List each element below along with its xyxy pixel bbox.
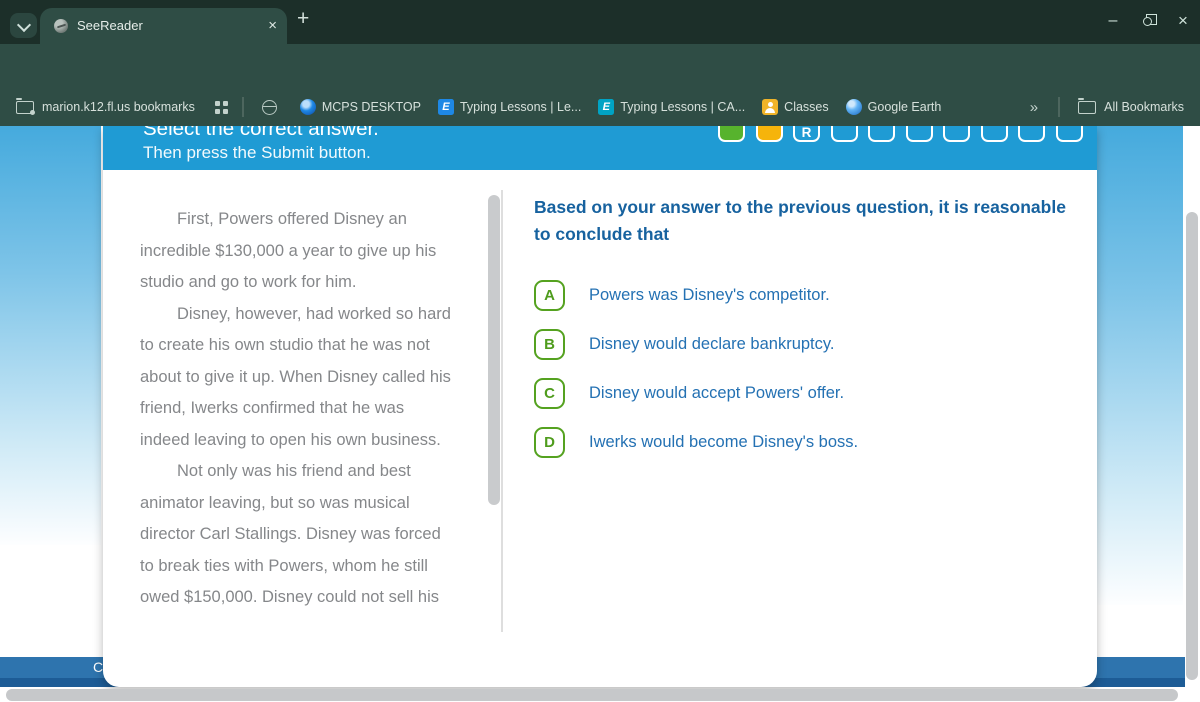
window-close-button[interactable]: × bbox=[1169, 8, 1197, 34]
bookmark-list: MCPS DESKTOP E Typing Lessons | Le... E Typi… bbox=[261, 99, 941, 115]
option-letter-badge: B bbox=[534, 329, 565, 360]
managed-bookmarks-folder-icon[interactable] bbox=[16, 97, 35, 115]
progress-square: R bbox=[793, 126, 820, 142]
vertical-scrollbar-thumb[interactable] bbox=[1186, 212, 1198, 680]
page-viewport: C Select the correct answer. Then press … bbox=[0, 126, 1200, 702]
all-bookmarks-folder-icon[interactable] bbox=[1078, 97, 1097, 114]
bookmark-icon bbox=[762, 99, 779, 115]
horizontal-scrollbar-thumb[interactable] bbox=[6, 689, 1178, 701]
bookmark-item[interactable]: MCPS DESKTOP bbox=[299, 99, 421, 115]
progress-square bbox=[830, 126, 858, 142]
background-band-left bbox=[0, 126, 101, 545]
passage-line: friend, Iwerks confirmed that he was bbox=[140, 399, 405, 417]
option-text: Disney would accept Powers' offer. bbox=[589, 384, 845, 402]
window-restore-button[interactable] bbox=[1134, 8, 1162, 34]
reading-passage: First, Powers offered Disney an incredibl… bbox=[140, 204, 480, 614]
passage-line: animator leaving, but so was musical bbox=[140, 493, 410, 512]
bookmarks-separator bbox=[241, 97, 244, 117]
bookmark-icon: E bbox=[598, 99, 615, 115]
bookmarks-bar: marion.k12.fl.us bookmarks MCPS DESKTOP E… bbox=[0, 88, 1200, 126]
progress-squares: R bbox=[718, 126, 1083, 142]
chevron-down-icon bbox=[16, 17, 32, 33]
option-text: Iwerks would become Disney's boss. bbox=[589, 433, 859, 451]
progress-square bbox=[718, 126, 745, 142]
window-minimize-button[interactable]: – bbox=[1099, 8, 1127, 34]
passage-line: incredible $130,000 a year to give up hi… bbox=[140, 241, 437, 260]
bookmarks-right-group: » All Bookmarks bbox=[1030, 97, 1184, 117]
instruction-header: Select the correct answer. Then press th… bbox=[103, 126, 1097, 170]
progress-square bbox=[943, 126, 970, 142]
browser-toolbar: ← → ⌂ student.readingplus.com/seereader/… bbox=[0, 44, 1200, 128]
answer-option[interactable]: C Disney would accept Powers' offer. bbox=[534, 378, 858, 409]
card-body: First, Powers offered Disney an incredibl… bbox=[103, 170, 1097, 687]
bookmark-icon bbox=[261, 99, 277, 115]
passage-line: to create his own studio that he was not bbox=[140, 336, 430, 354]
option-text: Powers was Disney's competitor. bbox=[589, 286, 830, 304]
site-favicon-icon bbox=[54, 19, 68, 33]
tab-title: SeeReader bbox=[77, 18, 143, 33]
passage-line: to break ties with Powers, whom he still bbox=[140, 556, 428, 575]
passage-line: First, Powers offered Disney an bbox=[177, 210, 407, 228]
passage-line: indeed leaving to open his own business. bbox=[140, 430, 441, 449]
option-letter-badge: A bbox=[534, 280, 565, 311]
bookmark-item[interactable]: Classes bbox=[762, 99, 829, 115]
answer-options: A Powers was Disney's competitor. B Disn… bbox=[534, 280, 858, 476]
option-letter-badge: C bbox=[534, 378, 565, 409]
screen: SeeReader × + – × ← → ⌂ student.readingp… bbox=[0, 0, 1200, 702]
passage-line: director Carl Stallings. Disney was forc… bbox=[140, 525, 441, 543]
footer-clipped-text: C bbox=[93, 659, 104, 675]
passage-scrollbar-thumb[interactable] bbox=[488, 195, 500, 505]
progress-square bbox=[1018, 126, 1045, 142]
panel-divider bbox=[501, 190, 503, 632]
passage-line: Not only was his friend and best bbox=[177, 462, 411, 480]
progress-square bbox=[980, 126, 1008, 142]
answer-option[interactable]: A Powers was Disney's competitor. bbox=[534, 280, 858, 311]
apps-grid-icon[interactable] bbox=[214, 100, 220, 106]
seereader-card: Select the correct answer. Then press th… bbox=[103, 126, 1097, 687]
option-text: Disney would declare bankruptcy. bbox=[589, 335, 835, 353]
bookmark-item[interactable]: Google Earth bbox=[845, 99, 941, 115]
question-title: Based on your answer to the previous que… bbox=[534, 197, 1066, 244]
tab-close-icon[interactable]: × bbox=[268, 17, 277, 34]
passage-line: about to give it up. When Disney called … bbox=[140, 367, 451, 386]
answer-option[interactable]: D Iwerks would become Disney's boss. bbox=[534, 427, 858, 458]
bookmark-item[interactable]: E Typing Lessons | CA... bbox=[598, 99, 745, 115]
bookmark-item[interactable] bbox=[261, 99, 283, 115]
progress-square bbox=[905, 126, 933, 142]
instruction-line2: Then press the Submit button. bbox=[143, 143, 371, 162]
bookmark-icon bbox=[299, 99, 316, 115]
option-letter-badge: D bbox=[534, 427, 565, 458]
tab-strip: SeeReader × + – × bbox=[0, 0, 1200, 44]
progress-square bbox=[1055, 126, 1083, 142]
bookmark-icon bbox=[845, 99, 862, 115]
passage-line: owed $150,000. Disney could not sell his bbox=[140, 588, 440, 606]
bookmarks-separator bbox=[1058, 97, 1061, 117]
progress-square bbox=[868, 126, 895, 142]
browser-tab[interactable]: SeeReader × bbox=[40, 8, 287, 44]
bookmarks-overflow-chevron[interactable]: » bbox=[1030, 99, 1038, 116]
passage-line: studio and go to work for him. bbox=[140, 273, 357, 291]
new-tab-button[interactable]: + bbox=[297, 7, 309, 31]
passage-line: Disney, however, had worked so hard bbox=[177, 304, 451, 323]
managed-bookmarks-label[interactable]: marion.k12.fl.us bookmarks bbox=[42, 100, 195, 114]
answer-option[interactable]: B Disney would declare bankruptcy. bbox=[534, 329, 858, 360]
bookmark-icon: E bbox=[437, 99, 454, 115]
tab-search-button[interactable] bbox=[10, 13, 37, 38]
background-band-right bbox=[1097, 126, 1183, 605]
bookmark-item[interactable]: E Typing Lessons | Le... bbox=[437, 99, 581, 115]
progress-square bbox=[755, 126, 783, 142]
all-bookmarks-label[interactable]: All Bookmarks bbox=[1104, 100, 1184, 114]
